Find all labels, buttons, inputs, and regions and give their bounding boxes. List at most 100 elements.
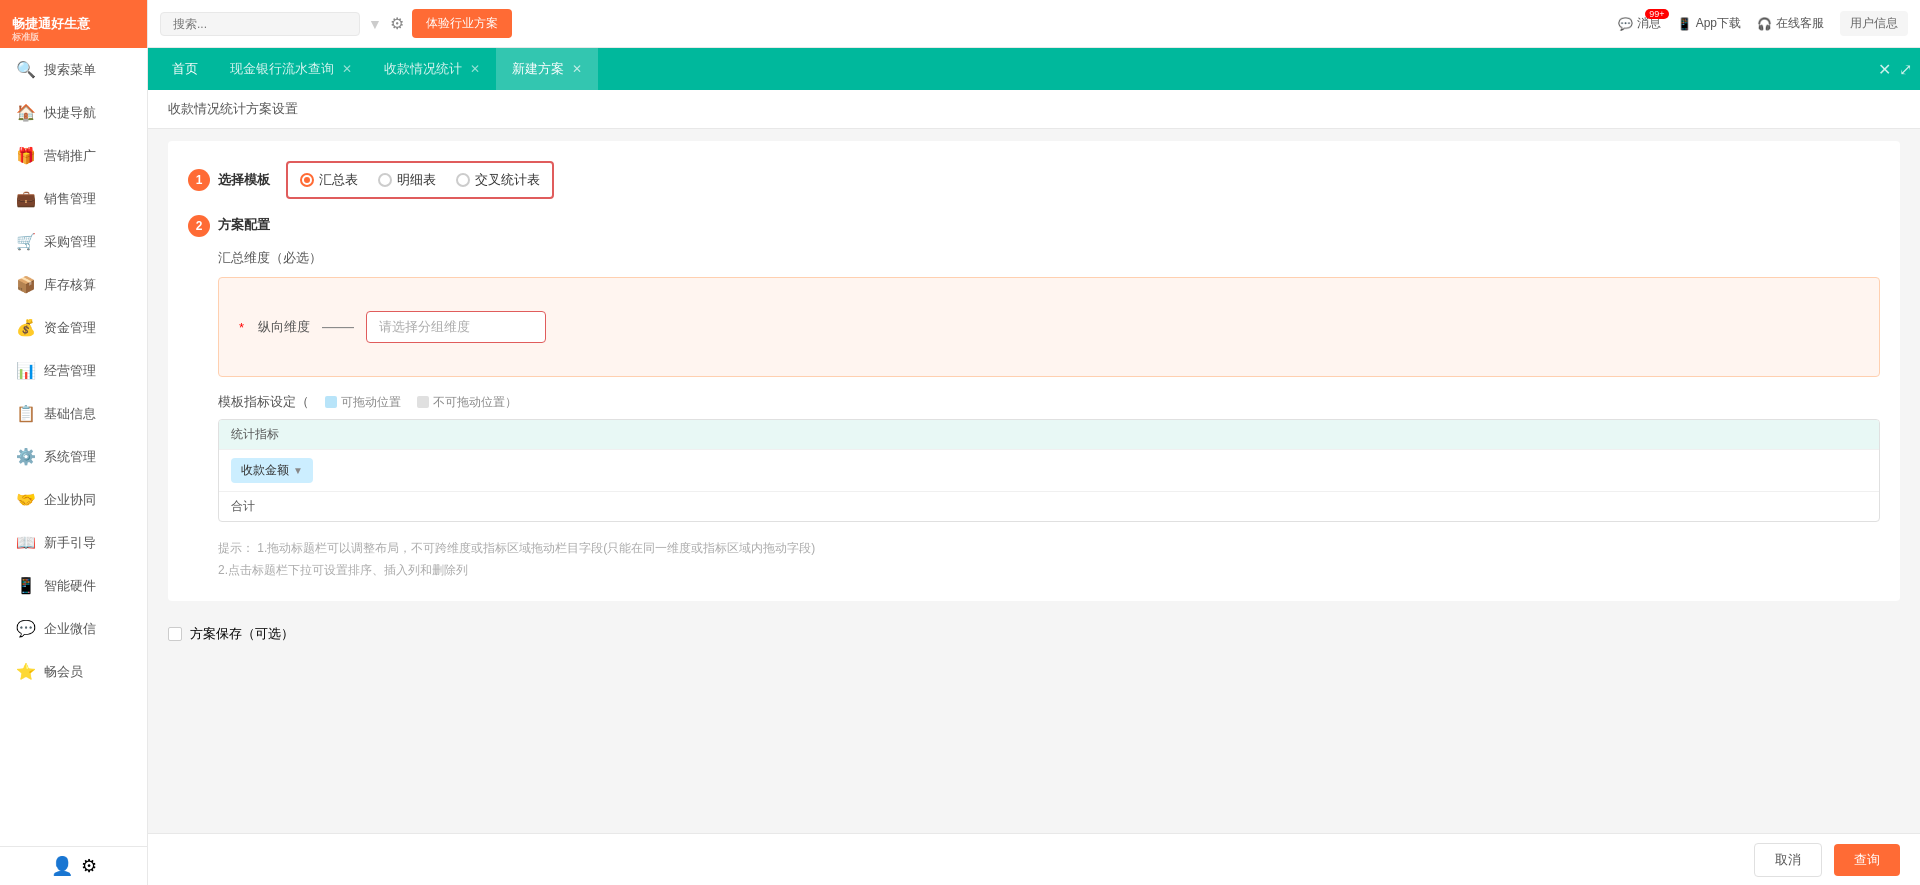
sidebar-item-quicknav[interactable]: 🏠 快捷导航 xyxy=(0,91,147,134)
tab-collection-stats-label: 收款情况统计 xyxy=(384,60,462,78)
dimension-row: * 纵向维度 —— 请选择分组维度 xyxy=(239,311,546,343)
home-icon: 🏠 xyxy=(16,103,36,122)
service-btn[interactable]: 🎧 在线客服 xyxy=(1757,15,1824,32)
cancel-button[interactable]: 取消 xyxy=(1754,843,1822,877)
main-card: 1 选择模板 汇总表 明细表 交叉统计表 xyxy=(168,141,1900,601)
sidebar-item-finance[interactable]: 💰 资金管理 xyxy=(0,306,147,349)
gear-icon[interactable]: ⚙ xyxy=(390,14,404,33)
tip2-text: 2.点击标题栏下拉可设置排序、插入列和删除列 xyxy=(218,563,468,577)
required-star: * xyxy=(239,320,244,335)
tip-prefix: 提示： xyxy=(218,541,254,555)
tab-collection-stats[interactable]: 收款情况统计 ✕ xyxy=(368,48,496,90)
step2-content: 汇总维度（必选） * 纵向维度 —— 请选择分组维度 模板指标设定（ xyxy=(218,249,1880,581)
tip-area: 提示： 1.拖动标题栏可以调整布局，不可跨维度或指标区域拖动栏目字段(只能在同一… xyxy=(218,538,1880,581)
purchase-icon: 🛒 xyxy=(16,232,36,251)
sidebar-item-member[interactable]: ⭐ 畅会员 xyxy=(0,650,147,693)
user-info[interactable]: 用户信息 xyxy=(1840,11,1908,36)
step1-label: 选择模板 xyxy=(218,171,270,189)
sidebar-item-operation[interactable]: 📊 经营管理 xyxy=(0,349,147,392)
message-btn[interactable]: 💬 消息 99+ xyxy=(1618,15,1661,32)
tab-home[interactable]: 首页 xyxy=(156,48,214,90)
sidebar-item-enterprise[interactable]: 🤝 企业协同 xyxy=(0,478,147,521)
radio-detail-label: 明细表 xyxy=(397,171,436,189)
sidebar-item-label: 畅会员 xyxy=(44,663,83,681)
tab-maximize-icon[interactable]: ⤢ xyxy=(1899,60,1912,79)
tab-collection-stats-close[interactable]: ✕ xyxy=(470,62,480,76)
sidebar-item-wechat[interactable]: 💬 企业微信 xyxy=(0,607,147,650)
metrics-section: 模板指标设定（ 可拖动位置 不可拖动位置） 统计指标 xyxy=(218,393,1880,522)
save-checkbox[interactable] xyxy=(168,627,182,641)
vertical-dim-label: 纵向维度 xyxy=(258,318,310,336)
metrics-header-row: 统计指标 xyxy=(219,420,1879,449)
service-icon: 🎧 xyxy=(1757,17,1772,31)
breadcrumb: 收款情况统计方案设置 xyxy=(168,101,298,116)
movable-dot xyxy=(325,396,337,408)
metric-cell-row: 收款金额 ▼ xyxy=(219,449,1879,491)
save-section: 方案保存（可选） xyxy=(148,613,1920,655)
metrics-table: 统计指标 收款金额 ▼ 合计 xyxy=(218,419,1880,522)
radio-detail-dot xyxy=(378,173,392,187)
industry-button[interactable]: 体验行业方案 xyxy=(412,9,512,38)
search-dropdown-icon[interactable]: ▼ xyxy=(368,16,382,32)
sidebar-item-sales[interactable]: 💼 销售管理 xyxy=(0,177,147,220)
download-label: App下载 xyxy=(1696,15,1741,32)
query-button[interactable]: 查询 xyxy=(1834,844,1900,876)
radio-summary-label: 汇总表 xyxy=(319,171,358,189)
system-icon: ⚙️ xyxy=(16,447,36,466)
sidebar-item-system[interactable]: ⚙️ 系统管理 xyxy=(0,435,147,478)
sidebar-item-purchase[interactable]: 🛒 采购管理 xyxy=(0,220,147,263)
step2-circle: 2 xyxy=(188,215,210,237)
message-icon: 💬 xyxy=(1618,17,1633,31)
radio-cross[interactable]: 交叉统计表 xyxy=(456,171,540,189)
radio-detail[interactable]: 明细表 xyxy=(378,171,436,189)
radio-cross-dot xyxy=(456,173,470,187)
sidebar-item-basic[interactable]: 📋 基础信息 xyxy=(0,392,147,435)
sidebar-item-guide[interactable]: 📖 新手引导 xyxy=(0,521,147,564)
marketing-icon: 🎁 xyxy=(16,146,36,165)
immovable-label: 不可拖动位置） xyxy=(433,394,517,411)
radio-summary[interactable]: 汇总表 xyxy=(300,171,358,189)
download-btn[interactable]: 📱 App下载 xyxy=(1677,15,1741,32)
sidebar-item-label: 企业微信 xyxy=(44,620,96,638)
sidebar-item-search[interactable]: 🔍 搜索菜单 xyxy=(0,48,147,91)
metric-dropdown-icon: ▼ xyxy=(293,465,303,476)
tip-title: 提示： 1.拖动标题栏可以调整布局，不可跨维度或指标区域拖动栏目字段(只能在同一… xyxy=(218,538,1880,560)
sidebar-item-label: 智能硬件 xyxy=(44,577,96,595)
step2-label: 方案配置 xyxy=(218,216,270,234)
sidebar-item-hardware[interactable]: 📱 智能硬件 xyxy=(0,564,147,607)
tab-new-plan-close[interactable]: ✕ xyxy=(572,62,582,76)
sales-icon: 💼 xyxy=(16,189,36,208)
tip2-row: 2.点击标题栏下拉可设置排序、插入列和删除列 xyxy=(218,560,1880,582)
search-input[interactable] xyxy=(160,12,360,36)
sidebar-item-label: 采购管理 xyxy=(44,233,96,251)
tab-cash-flow[interactable]: 现金银行流水查询 ✕ xyxy=(214,48,368,90)
version-label: 标准版 xyxy=(12,31,39,44)
hardware-icon: 📱 xyxy=(16,576,36,595)
sidebar-item-label: 新手引导 xyxy=(44,534,96,552)
template-radio-group: 汇总表 明细表 交叉统计表 xyxy=(286,161,554,199)
download-icon: 📱 xyxy=(1677,17,1692,31)
enterprise-icon: 🤝 xyxy=(16,490,36,509)
sidebar-settings-icon[interactable]: ⚙ xyxy=(81,855,97,877)
inventory-icon: 📦 xyxy=(16,275,36,294)
sidebar: 畅捷通好生意 标准版 🔍 搜索菜单 🏠 快捷导航 🎁 营销推广 💼 销售管理 🛒… xyxy=(0,0,148,885)
sidebar-item-label: 企业协同 xyxy=(44,491,96,509)
metric-cell-amount[interactable]: 收款金额 ▼ xyxy=(231,458,313,483)
tab-new-plan[interactable]: 新建方案 ✕ xyxy=(496,48,598,90)
message-badge: 99+ xyxy=(1645,9,1668,19)
guide-icon: 📖 xyxy=(16,533,36,552)
sidebar-item-marketing[interactable]: 🎁 营销推广 xyxy=(0,134,147,177)
group-dimension-select[interactable]: 请选择分组维度 xyxy=(366,311,546,343)
tab-bar-right: ✕ ⤢ xyxy=(1878,60,1912,79)
step2-row: 2 方案配置 xyxy=(188,215,1880,237)
immovable-dot xyxy=(417,396,429,408)
tab-minimize-icon[interactable]: ✕ xyxy=(1878,60,1891,79)
metric-name: 收款金额 xyxy=(241,462,289,479)
operation-icon: 📊 xyxy=(16,361,36,380)
metrics-header: 模板指标设定（ 可拖动位置 不可拖动位置） xyxy=(218,393,1880,411)
tab-cash-flow-close[interactable]: ✕ xyxy=(342,62,352,76)
page-header: 收款情况统计方案设置 xyxy=(148,90,1920,129)
sidebar-item-inventory[interactable]: 📦 库存核算 xyxy=(0,263,147,306)
sidebar-user-icon[interactable]: 👤 xyxy=(51,855,73,877)
sidebar-item-label: 营销推广 xyxy=(44,147,96,165)
